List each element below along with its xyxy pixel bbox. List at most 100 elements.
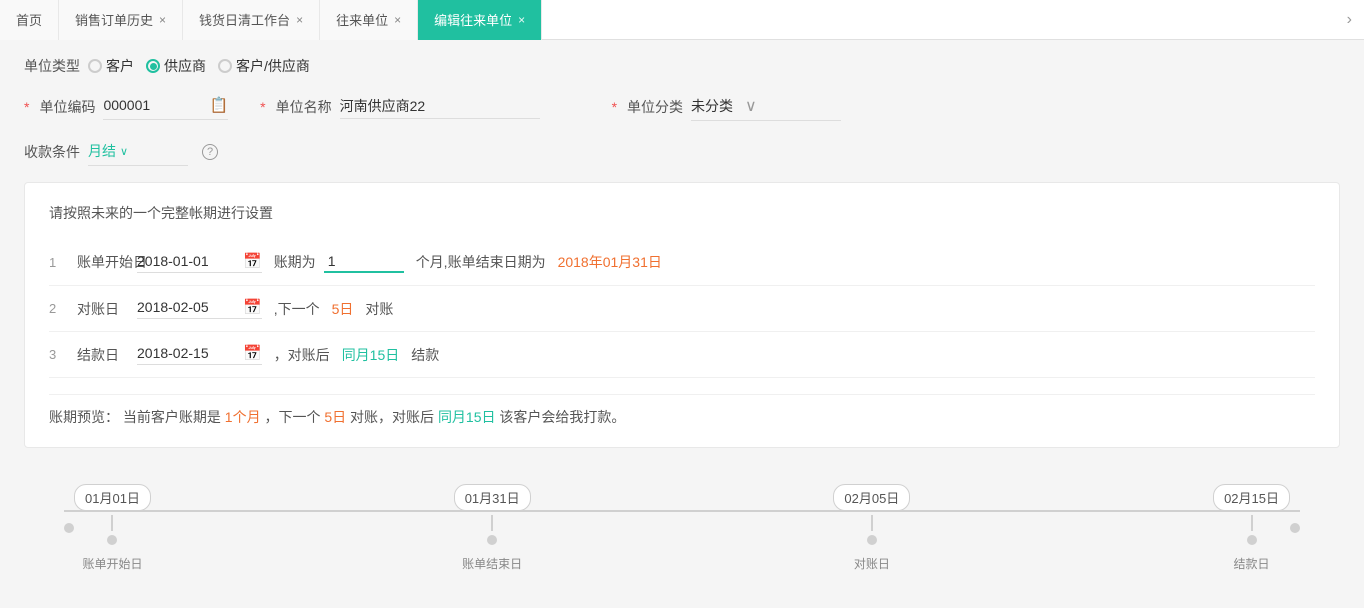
payment-terms-label: 收款条件 xyxy=(24,142,80,162)
unit-name-input[interactable] xyxy=(340,94,540,119)
unit-category-arrow: ∨ xyxy=(745,96,757,116)
tab-edit-partner-close[interactable]: × xyxy=(518,13,525,27)
timeline-right-dot xyxy=(1290,523,1300,533)
period-row-2-highlight1: 5日 xyxy=(332,299,354,319)
unit-name-label: 单位名称 xyxy=(276,97,332,117)
period-row-3-desc-after: 结款 xyxy=(411,345,439,365)
payment-terms-select[interactable]: 月结 ∨ xyxy=(88,137,188,166)
timeline-dot-1 xyxy=(107,535,117,545)
period-row-1-date-wrap: 📅 xyxy=(137,252,262,273)
unit-category-group: * 单位分类 未分类 ∨ xyxy=(612,92,841,121)
preview-text-7: 该客户会给我打款。 xyxy=(499,409,625,425)
period-row-2-field: 对账日 xyxy=(77,299,137,319)
timeline-section: 01月01日 账单开始日 01月31日 账单结束日 xyxy=(24,468,1340,580)
timeline-dot-3 xyxy=(867,535,877,545)
card-panel: 请按照未来的一个完整帐期进行设置 1 账单开始日 📅 账期为 个月,账单结束日期… xyxy=(24,182,1340,448)
radio-customer-label: 客户 xyxy=(106,56,134,76)
radio-customer[interactable]: 客户 xyxy=(88,56,134,76)
unit-type-label: 单位类型 xyxy=(24,56,80,76)
period-row-2-desc-after: 对账 xyxy=(365,299,393,319)
unit-category-select[interactable]: 未分类 ∨ xyxy=(691,92,841,121)
radio-group: 客户 供应商 客户/供应商 xyxy=(88,56,310,76)
tab-edit-partner[interactable]: 编辑往来单位 × xyxy=(418,0,542,40)
tab-sales-history[interactable]: 销售订单历史 × xyxy=(59,0,183,40)
unit-category-label: 单位分类 xyxy=(627,97,683,117)
preview-text-6: 同月15日 xyxy=(438,409,496,425)
preview-section: 账期预览： 当前客户账期是 1个月 ，下一个 5日 对账，对账后 同月15日 该… xyxy=(49,394,1315,427)
unit-name-group: * 单位名称 xyxy=(260,94,539,119)
tab-partner-close[interactable]: × xyxy=(394,13,401,27)
radio-both-circle xyxy=(218,59,232,73)
unit-code-input[interactable] xyxy=(103,93,203,117)
period-row-3-field: 结款日 xyxy=(77,345,137,365)
period-row-3-date-wrap: 📅 xyxy=(137,344,262,365)
unit-code-star: * xyxy=(24,99,29,115)
timeline-badge-4: 02月15日 xyxy=(1213,484,1290,511)
radio-supplier-circle xyxy=(146,59,160,73)
tab-home[interactable]: 首页 xyxy=(0,0,59,40)
timeline-badge-2: 01月31日 xyxy=(454,484,531,511)
timeline-label-4: 结款日 xyxy=(1234,555,1270,572)
unit-category-star: * xyxy=(612,99,617,115)
preview-text-4: 5日 xyxy=(324,409,346,425)
period-row-1-num: 1 xyxy=(49,255,77,270)
period-row-1-date-input[interactable] xyxy=(137,253,237,269)
tab-sales-history-close[interactable]: × xyxy=(159,13,166,27)
unit-code-group: * 单位编码 📋 xyxy=(24,93,228,120)
timeline-dot-2 xyxy=(487,535,497,545)
period-row-3-desc-before: ，对账后 xyxy=(274,345,330,365)
period-row-3-highlight2: 同月15日 xyxy=(342,345,400,365)
tabs-bar: 首页 销售订单历史 × 钱货日清工作台 × 往来单位 × 编辑往来单位 × › xyxy=(0,0,1364,40)
radio-both[interactable]: 客户/供应商 xyxy=(218,56,310,76)
period-row-2-calendar[interactable]: 📅 xyxy=(243,298,262,316)
preview-text-3: ，下一个 xyxy=(264,409,320,425)
unit-name-star: * xyxy=(260,99,265,115)
timeline-label-3: 对账日 xyxy=(854,555,890,572)
radio-supplier[interactable]: 供应商 xyxy=(146,56,206,76)
unit-category-value: 未分类 xyxy=(691,96,733,116)
period-row-2-date-wrap: 📅 xyxy=(137,298,262,319)
timeline-badge-1: 01月01日 xyxy=(74,484,151,511)
period-row-3-calendar[interactable]: 📅 xyxy=(243,344,262,362)
preview-text-1: 当前客户账期是 xyxy=(123,409,221,425)
main-content: 单位类型 客户 供应商 客户/供应商 * 单位编码 xyxy=(0,40,1364,608)
unit-code-copy-icon[interactable]: 📋 xyxy=(209,96,228,114)
unit-code-label: 单位编码 xyxy=(39,97,95,117)
timeline-node-2: 01月31日 账单结束日 xyxy=(454,484,531,572)
tab-scroll-arrow[interactable]: › xyxy=(1335,11,1364,29)
radio-both-label: 客户/供应商 xyxy=(236,56,310,76)
unit-type-row: 单位类型 客户 供应商 客户/供应商 xyxy=(24,56,1340,76)
payment-terms-row: 收款条件 月结 ∨ ? xyxy=(24,137,1340,166)
tab-edit-partner-label: 编辑往来单位 xyxy=(434,10,512,29)
help-icon[interactable]: ? xyxy=(202,144,218,160)
tab-cash-work-close[interactable]: × xyxy=(296,13,303,27)
unit-info-row: * 单位编码 📋 * 单位名称 * 单位分类 未分类 ∨ xyxy=(24,92,1340,121)
radio-customer-circle xyxy=(88,59,102,73)
timeline-left-dot xyxy=(64,523,74,533)
timeline-label-1: 账单开始日 xyxy=(82,555,142,572)
period-row-1-period-num[interactable] xyxy=(324,251,404,273)
timeline-label-2: 账单结束日 xyxy=(462,555,522,572)
timeline-node-4: 02月15日 结款日 xyxy=(1213,484,1290,572)
period-row-2-num: 2 xyxy=(49,301,77,316)
period-row-1-desc-before: 账期为 xyxy=(274,252,316,272)
period-row-1-end-date: 2018年01月31日 xyxy=(558,252,662,272)
preview-text-2: 1个月 xyxy=(225,409,261,425)
timeline-badge-3: 02月05日 xyxy=(833,484,910,511)
tab-partner[interactable]: 往来单位 × xyxy=(320,0,418,40)
payment-terms-value: 月结 xyxy=(88,141,116,161)
period-row-2-date-input[interactable] xyxy=(137,299,237,315)
period-row-1-field: 账单开始日 xyxy=(77,252,137,272)
radio-supplier-label: 供应商 xyxy=(164,56,206,76)
preview-text-5: 对账，对账后 xyxy=(350,409,434,425)
period-row-1: 1 账单开始日 📅 账期为 个月,账单结束日期为 2018年01月31日 xyxy=(49,239,1315,286)
period-row-1-calendar[interactable]: 📅 xyxy=(243,252,262,270)
timeline-node-3: 02月05日 对账日 xyxy=(833,484,910,572)
period-row-3: 3 结款日 📅 ，对账后 同月15日 结款 xyxy=(49,332,1315,378)
tab-cash-work[interactable]: 钱货日清工作台 × xyxy=(183,0,320,40)
payment-terms-arrow: ∨ xyxy=(120,145,128,158)
preview-label: 账期预览： xyxy=(49,409,119,425)
period-row-3-date-input[interactable] xyxy=(137,345,237,361)
period-row-2-desc-before: ,下一个 xyxy=(274,299,320,319)
period-row-3-num: 3 xyxy=(49,347,77,362)
